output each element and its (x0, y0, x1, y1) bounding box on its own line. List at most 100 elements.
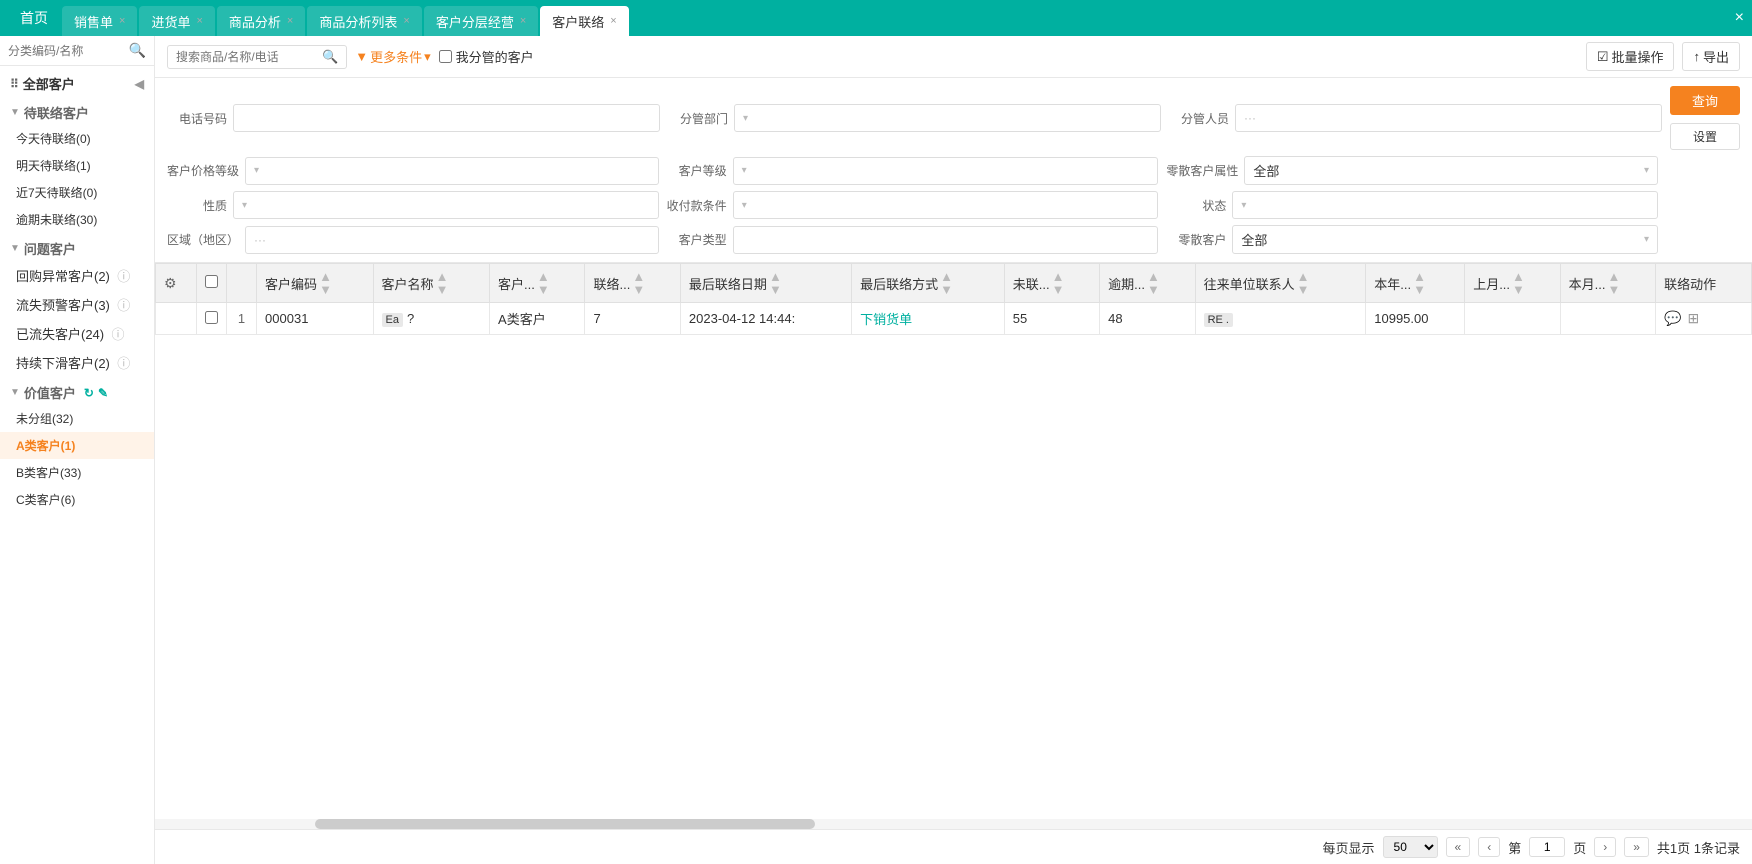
section-problem-customers[interactable]: ▼ 问题客户 (0, 233, 154, 261)
collapse-sidebar-icon[interactable]: ◀ (135, 77, 144, 91)
all-customers-header[interactable]: ⠿ 全部客户 ◀ (0, 66, 154, 97)
my-customers-checkbox[interactable]: 我分管的客户 (439, 47, 534, 66)
unit-contact-column-header[interactable]: 往来单位联系人 ▲▼ (1195, 264, 1366, 303)
contact-count-cell: 7 (585, 303, 680, 335)
sidebar-item-class-c[interactable]: C类客户(6) (0, 486, 154, 513)
page-size-select[interactable]: 50 10 20 100 (1383, 836, 1438, 858)
next-page-button[interactable]: › (1594, 837, 1616, 857)
name-value: ? (407, 311, 414, 326)
row-checkbox[interactable] (205, 311, 218, 324)
action-cell: 💬 ⊞ (1656, 303, 1752, 335)
last-month-column-header[interactable]: 上月... ▲▼ (1465, 264, 1560, 303)
export-label: 导出 (1703, 47, 1729, 66)
scrollbar-thumb[interactable] (315, 819, 815, 829)
sidebar-item-overdue-contact[interactable]: 逾期未联络(30) (0, 206, 154, 233)
sidebar-item-week-contact[interactable]: 近7天待联络(0) (0, 179, 154, 206)
home-tab[interactable]: 首页 (8, 0, 60, 36)
checkbox-cell[interactable] (197, 303, 227, 335)
overdue-column-header[interactable]: 逾期... ▲▼ (1100, 264, 1195, 303)
grid-icon[interactable]: ⊞ (1688, 310, 1700, 327)
search-icon[interactable]: 🔍 (322, 49, 338, 65)
select-all-checkbox[interactable] (205, 275, 218, 288)
nature-dropdown[interactable]: ▾ (233, 191, 659, 219)
sidebar-item-tomorrow-contact[interactable]: 明天待联络(1) (0, 152, 154, 179)
checkbox-column-header[interactable] (197, 264, 227, 303)
settings-button[interactable]: 设置 (1670, 123, 1740, 150)
dept-dropdown[interactable]: ▾ (734, 104, 1161, 132)
page-number-input[interactable] (1529, 837, 1565, 857)
contact-count-column-header[interactable]: 联络... ▲▼ (585, 264, 680, 303)
customer-type-input[interactable] (733, 226, 1159, 254)
close-icon[interactable]: × (196, 15, 202, 27)
price-level-field: 客户价格等级 ▾ (167, 157, 659, 185)
horizontal-scrollbar[interactable] (155, 819, 1752, 829)
retail-attr-dropdown[interactable]: 全部 ▾ (1244, 156, 1658, 185)
close-all-button[interactable]: × (1735, 9, 1744, 27)
this-month-column-header[interactable]: 本月... ▲▼ (1560, 264, 1655, 303)
prev-page-button[interactable]: ‹ (1478, 837, 1500, 857)
sidebar-item-abnormal[interactable]: 回购异常客户(2) ⓘ (0, 261, 154, 290)
sidebar-search-icon[interactable]: 🔍 (129, 42, 146, 59)
tab-sales-order[interactable]: 销售单 × (62, 6, 137, 36)
sort-icon: ▲▼ (769, 270, 782, 296)
more-conditions-button[interactable]: ▼ 更多条件 ▾ (355, 47, 430, 66)
phone-input[interactable] (233, 104, 660, 132)
search-box[interactable]: 🔍 (167, 45, 347, 69)
phone-field: 电话号码 (167, 104, 660, 132)
export-icon: ↑ (1693, 49, 1700, 64)
sidebar-item-today-contact[interactable]: 今天待联络(0) (0, 125, 154, 152)
category-column-header[interactable]: 客户... ▲▼ (490, 264, 585, 303)
sidebar-item-class-b[interactable]: B类客户(33) (0, 459, 154, 486)
last-method-column-header[interactable]: 最后联络方式 ▲▼ (852, 264, 1005, 303)
section-value-customers[interactable]: ▼ 价值客户 ↻ ✎ (0, 377, 154, 405)
sidebar-search-input[interactable] (8, 44, 125, 58)
chat-icon[interactable]: 💬 (1664, 310, 1681, 327)
unit-contact-header-label: 往来单位联系人 (1204, 274, 1295, 293)
section-pending-contact[interactable]: ▼ 待联络客户 (0, 97, 154, 125)
edit-icon[interactable]: ✎ (98, 386, 108, 400)
search-input[interactable] (176, 50, 316, 64)
status-dropdown[interactable]: ▾ (1232, 191, 1658, 219)
first-page-button[interactable]: « (1446, 837, 1471, 857)
tab-product-analysis-list[interactable]: 商品分析列表 × (307, 6, 421, 36)
this-year-column-header[interactable]: 本年... ▲▼ (1366, 264, 1465, 303)
sidebar-item-ungrouped[interactable]: 未分组(32) (0, 405, 154, 432)
uncontacted-column-header[interactable]: 未联... ▲▼ (1004, 264, 1099, 303)
payment-dropdown[interactable]: ▾ (733, 191, 1159, 219)
code-column-header[interactable]: 客户编码 ▲▼ (257, 264, 374, 303)
sidebar-item-lost[interactable]: 已流失客户(24) ⓘ (0, 319, 154, 348)
my-customers-check[interactable] (439, 50, 452, 63)
sort-icon: ▲▼ (1607, 270, 1620, 296)
gear-icon[interactable]: ⚙ (164, 275, 177, 291)
gear-column-header[interactable]: ⚙ (156, 264, 197, 303)
last-method-cell[interactable]: 下销货单 (852, 303, 1005, 335)
last-date-column-header[interactable]: 最后联络日期 ▲▼ (680, 264, 851, 303)
refresh-icon[interactable]: ↻ (84, 386, 94, 400)
close-icon[interactable]: × (520, 15, 526, 27)
close-icon[interactable]: × (403, 15, 409, 27)
customer-level-dropdown[interactable]: ▾ (733, 157, 1159, 185)
close-icon[interactable]: × (119, 15, 125, 27)
batch-operation-button[interactable]: ☑ 批量操作 (1586, 42, 1675, 71)
tab-customer-segment[interactable]: 客户分层经营 × (424, 6, 538, 36)
retail-customer-dropdown[interactable]: 全部 ▾ (1232, 225, 1658, 254)
sidebar-item-declining[interactable]: 持续下滑客户(2) ⓘ (0, 348, 154, 377)
region-input[interactable]: ··· (245, 226, 659, 254)
close-icon[interactable]: × (610, 15, 616, 27)
name-column-header[interactable]: 客户名称 ▲▼ (373, 264, 490, 303)
last-method-link[interactable]: 下销货单 (860, 312, 912, 327)
query-button[interactable]: 查询 (1670, 86, 1740, 115)
sidebar-item-loss-warning[interactable]: 流失预警客户(3) ⓘ (0, 290, 154, 319)
tab-customer-contact[interactable]: 客户联络 × (540, 6, 628, 36)
close-icon[interactable]: × (287, 15, 293, 27)
tab-purchase-order[interactable]: 进货单 × (139, 6, 214, 36)
export-button[interactable]: ↑ 导出 (1682, 42, 1740, 71)
name-prefix-badge: Ea (382, 313, 403, 327)
sidebar-item-class-a[interactable]: A类客户(1) (0, 432, 154, 459)
last-page-button[interactable]: » (1624, 837, 1649, 857)
manager-input[interactable]: ··· (1235, 104, 1662, 132)
price-level-dropdown[interactable]: ▾ (245, 157, 659, 185)
tab-product-analysis[interactable]: 商品分析 × (217, 6, 305, 36)
customer-level-field: 客户等级 ▾ (667, 157, 1159, 185)
sidebar-search-bar: 🔍 (0, 36, 154, 66)
